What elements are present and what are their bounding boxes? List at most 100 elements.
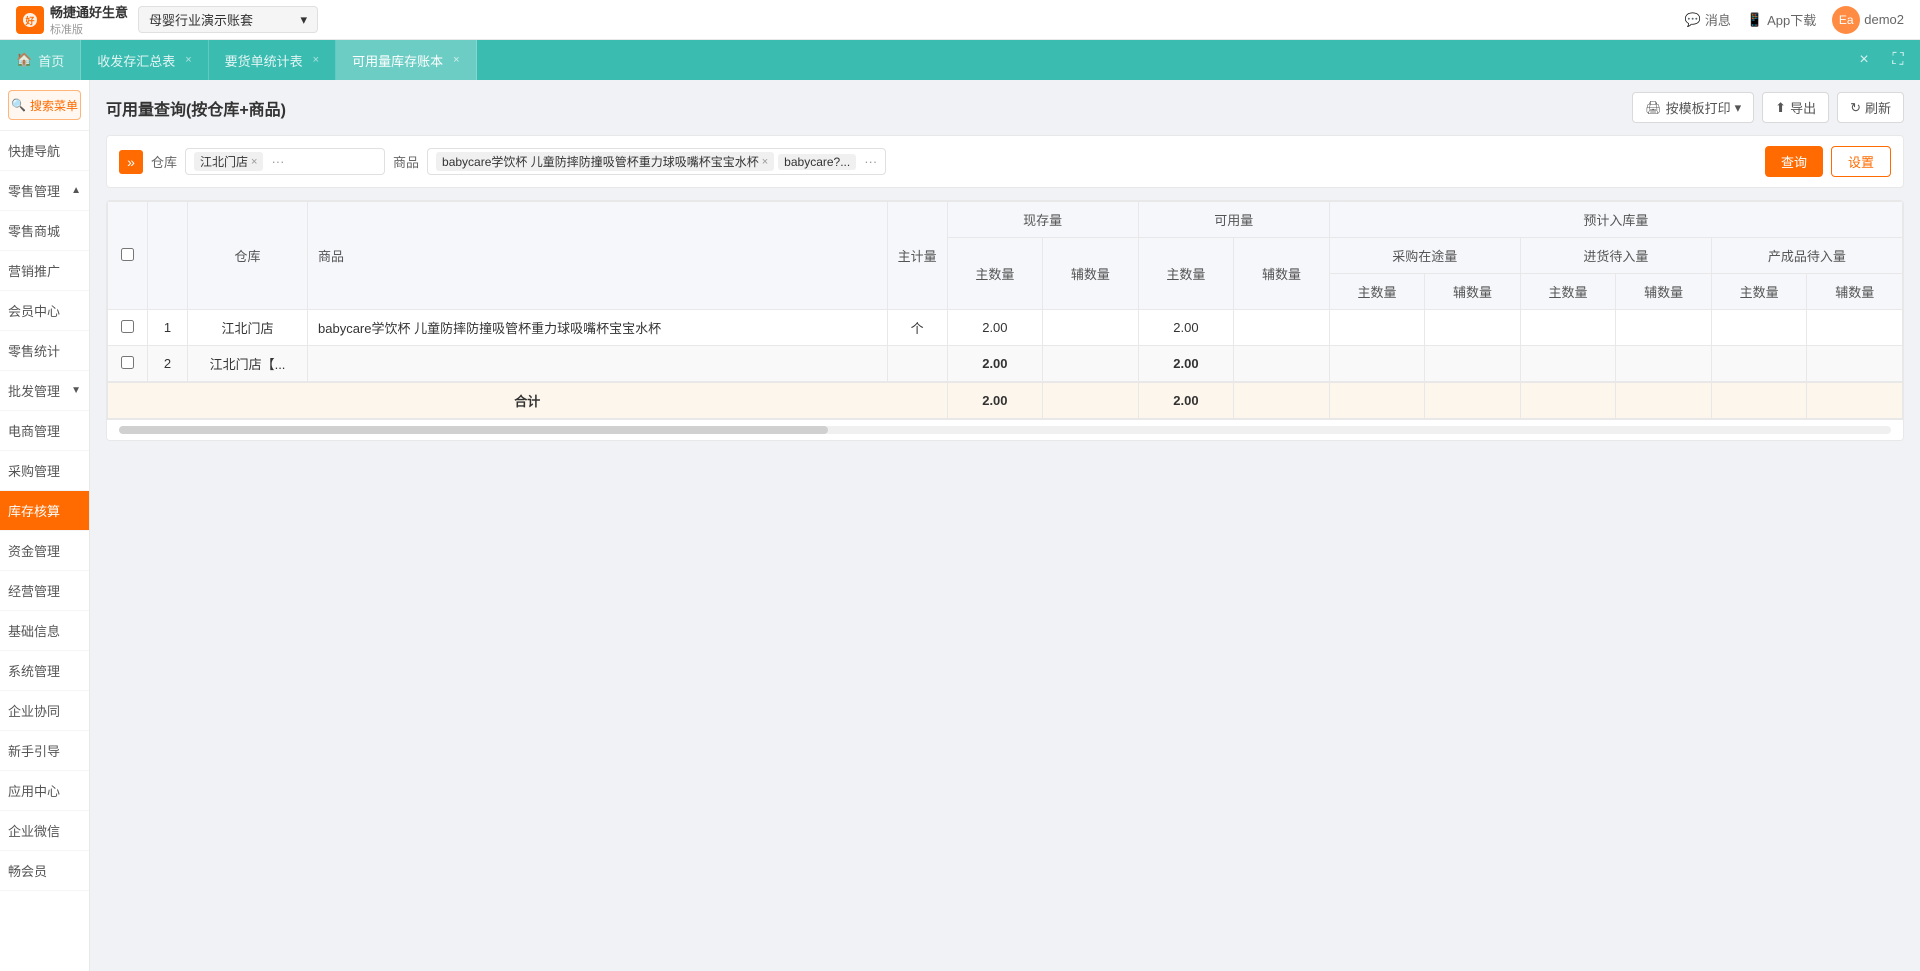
tab-close-all-button[interactable]: ×	[1850, 46, 1878, 74]
row1-purchase-main	[1329, 310, 1425, 346]
tab-order[interactable]: 要货单统计表 ×	[209, 40, 336, 80]
tab-income[interactable]: 收发存汇总表 ×	[81, 40, 208, 80]
product-more-icon[interactable]: ···	[864, 154, 877, 169]
row1-stock-main: 2.00	[947, 310, 1043, 346]
th-produced-main: 主数量	[1711, 274, 1807, 310]
tab-bar: 🏠 首页 收发存汇总表 × 要货单统计表 × 可用量库存账本 × × ⛶	[0, 40, 1920, 80]
row1-warehouse: 江北门店	[188, 310, 308, 346]
sidebar-item-enterprise[interactable]: 企业协同	[0, 691, 89, 731]
table-row: 1 江北门店 babycare学饮杯 儿童防摔防撞吸管杯重力球吸嘴杯宝宝水杯 个…	[108, 310, 1903, 346]
sidebar-item-appcenter[interactable]: 应用中心	[0, 771, 89, 811]
tab-available[interactable]: 可用量库存账本 ×	[336, 40, 476, 80]
page-header: 可用量查询(按仓库+商品) 🖨 按模板打印 ▾ ⬆ 导出 ↻ 刷新	[106, 92, 1904, 123]
sidebar-item-newbie[interactable]: 新手引导	[0, 731, 89, 771]
export-button[interactable]: ⬆ 导出	[1762, 92, 1829, 123]
tab-maximize-button[interactable]: ⛶	[1884, 46, 1912, 74]
filter-expand-button[interactable]: »	[119, 150, 143, 174]
total-incoming-main	[1520, 382, 1616, 419]
avatar: Ea	[1832, 6, 1860, 34]
warehouse-filter-input[interactable]: 江北门店 × ···	[185, 148, 385, 175]
warehouse-tag-close[interactable]: ×	[251, 156, 257, 168]
sidebar-item-retail-mall[interactable]: 零售商城	[0, 211, 89, 251]
tab-order-close[interactable]: ×	[313, 54, 319, 66]
tab-available-close[interactable]: ×	[453, 54, 459, 66]
row2-incoming-main	[1520, 346, 1616, 383]
horizontal-scrollbar[interactable]	[119, 426, 1891, 434]
sidebar-item-finance[interactable]: 资金管理	[0, 531, 89, 571]
sidebar-item-retail[interactable]: 零售管理 ▲	[0, 171, 89, 211]
row2-stock-main: 2.00	[947, 346, 1043, 383]
row2-produced-aux	[1807, 346, 1903, 383]
total-label: 合计	[108, 382, 948, 419]
sidebar-item-wholesale[interactable]: 批发管理 ▼	[0, 371, 89, 411]
select-all-checkbox[interactable]	[121, 248, 134, 261]
warehouse-more-icon[interactable]: ···	[271, 154, 284, 169]
page-actions: 🖨 按模板打印 ▾ ⬆ 导出 ↻ 刷新	[1632, 92, 1904, 123]
home-icon: 🏠	[16, 52, 32, 68]
app-icon: 📱	[1747, 12, 1763, 28]
warehouse-tag: 江北门店 ×	[194, 152, 263, 171]
query-button[interactable]: 查询	[1765, 146, 1823, 177]
th-purchase-main: 主数量	[1329, 274, 1425, 310]
product-filter-input[interactable]: babycare学饮杯 儿童防摔防撞吸管杯重力球吸嘴杯宝宝水杯 × babyca…	[427, 148, 886, 175]
tab-income-close[interactable]: ×	[185, 54, 191, 66]
filter-actions: 查询 设置	[1765, 146, 1891, 177]
sidebar-item-basic[interactable]: 基础信息	[0, 611, 89, 651]
row2-product	[308, 346, 888, 383]
sidebar-item-retail-stats[interactable]: 零售统计	[0, 331, 89, 371]
sidebar-item-member[interactable]: 会员中心	[0, 291, 89, 331]
row1-incoming-aux	[1616, 310, 1712, 346]
app-download-button[interactable]: 📱 App下载	[1747, 10, 1816, 29]
sidebar-item-inventory[interactable]: 库存核算	[0, 491, 89, 531]
row1-unit: 个	[887, 310, 947, 346]
search-menu-button[interactable]: 🔍 搜索菜单	[8, 90, 81, 120]
sidebar-item-marketing[interactable]: 营销推广	[0, 251, 89, 291]
row1-produced-aux	[1807, 310, 1903, 346]
th-stock-group: 现存量	[947, 202, 1138, 238]
sidebar-item-vip[interactable]: 畅会员	[0, 851, 89, 891]
sidebar-item-quicknav[interactable]: 快捷导航	[0, 131, 89, 171]
print-icon: 🖨	[1645, 100, 1662, 116]
th-forecast-group: 预计入库量	[1329, 202, 1902, 238]
sidebar-item-wecom[interactable]: 企业微信	[0, 811, 89, 851]
row1-purchase-aux	[1425, 310, 1521, 346]
settings-button[interactable]: 设置	[1831, 146, 1891, 177]
refresh-button[interactable]: ↻ 刷新	[1837, 92, 1904, 123]
filter-bar: » 仓库 江北门店 × ··· 商品 babycare学饮杯 儿童防摔防撞吸管杯…	[106, 135, 1904, 188]
top-bar: 好 畅捷通好生意 标准版 母婴行业演示账套 ▾ 💬 消息 📱 App下载 Ea …	[0, 0, 1920, 40]
row1-available-main: 2.00	[1138, 310, 1234, 346]
product-tag: babycare学饮杯 儿童防摔防撞吸管杯重力球吸嘴杯宝宝水杯 ×	[436, 152, 774, 171]
print-button[interactable]: 🖨 按模板打印 ▾	[1632, 92, 1754, 123]
row2-checkbox[interactable]	[108, 346, 148, 383]
export-icon: ⬆	[1775, 100, 1786, 116]
logo-icon: 好	[16, 6, 44, 34]
th-stock-main: 主数量	[947, 238, 1043, 310]
industry-selector[interactable]: 母婴行业演示账套 ▾	[138, 6, 318, 33]
sidebar-item-system[interactable]: 系统管理	[0, 651, 89, 691]
message-button[interactable]: 💬 消息	[1685, 10, 1731, 29]
page-content: 可用量查询(按仓库+商品) 🖨 按模板打印 ▾ ⬆ 导出 ↻ 刷新	[90, 80, 1920, 453]
user-menu[interactable]: Ea demo2	[1832, 6, 1904, 34]
th-incoming-aux: 辅数量	[1616, 274, 1712, 310]
main-layout: 🔍 搜索菜单 快捷导航 零售管理 ▲ 零售商城 营销推广 会员中心 零售统计 批…	[0, 80, 1920, 971]
data-table: 仓库 商品 主计量 现存量 可用量 预计入库量 主数量 辅数量 主数量 辅数量	[106, 200, 1904, 441]
chevron-up-icon: ▲	[71, 185, 81, 196]
top-bar-right: 💬 消息 📱 App下载 Ea demo2	[1685, 6, 1904, 34]
sidebar-item-purchase[interactable]: 采购管理	[0, 451, 89, 491]
row2-unit	[887, 346, 947, 383]
row1-num: 1	[148, 310, 188, 346]
sidebar-item-operations[interactable]: 经营管理	[0, 571, 89, 611]
th-incoming-main: 主数量	[1520, 274, 1616, 310]
search-icon: 🔍	[11, 98, 26, 112]
total-incoming-aux	[1616, 382, 1712, 419]
row1-checkbox[interactable]	[108, 310, 148, 346]
row1-check[interactable]	[121, 320, 134, 333]
row2-check[interactable]	[121, 356, 134, 369]
sidebar-item-ecommerce[interactable]: 电商管理	[0, 411, 89, 451]
total-row: 合计 2.00 2.00	[108, 382, 1903, 419]
product-tag-close[interactable]: ×	[762, 156, 768, 168]
th-warehouse: 仓库	[188, 202, 308, 310]
row2-produced-main	[1711, 346, 1807, 383]
table-footer	[107, 419, 1903, 440]
tab-home[interactable]: 🏠 首页	[0, 40, 81, 80]
